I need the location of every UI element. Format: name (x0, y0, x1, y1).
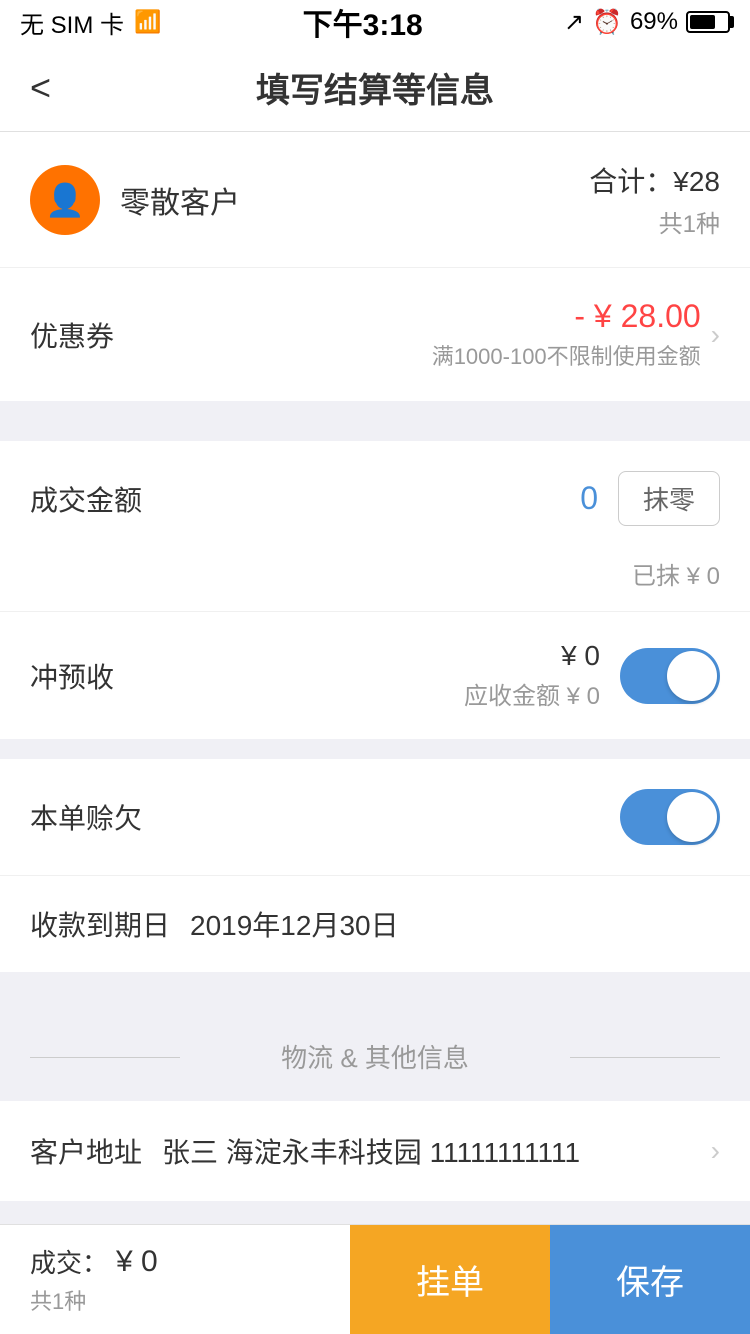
address-section: 客户地址 张三 海淀永丰科技园 11111111111 › (0, 1101, 750, 1201)
bottom-count: 共1种 (30, 1284, 320, 1316)
no-sim-text: 无 SIM 卡 (20, 5, 124, 40)
address-label: 客户地址 (30, 1131, 142, 1171)
address-value: 张三 海淀永丰科技园 11111111111 (162, 1131, 711, 1171)
status-right: ↗ ⏰ 69% (564, 8, 730, 37)
prepay-amount: ¥ 0 (464, 640, 600, 672)
coupon-right: - ¥ 28.00 满1000-100不限制使用金额 › (432, 298, 720, 371)
credit-toggle[interactable] (620, 789, 720, 845)
prepay-label: 冲预收 (30, 656, 114, 696)
deal-sub-text: 已抹 ¥ 0 (0, 556, 750, 611)
back-button[interactable]: < (30, 67, 51, 109)
prepay-info: ¥ 0 应收金额 ¥ 0 (464, 640, 600, 711)
prepay-recv: 应收金额 ¥ 0 (464, 676, 600, 711)
logistics-header: 物流 & 其他信息 (0, 1012, 750, 1101)
deal-section: 成交金额 0 抹零 已抹 ¥ 0 冲预收 ¥ 0 应收金额 ¥ 0 (0, 441, 750, 739)
credit-row: 本单赊欠 (0, 759, 750, 875)
page-title: 填写结算等信息 (256, 63, 494, 112)
prepay-toggle[interactable] (620, 648, 720, 704)
divider-3 (0, 992, 750, 1012)
bottom-deal-label: 成交： (30, 1243, 108, 1280)
round-button[interactable]: 抹零 (618, 471, 720, 526)
coupon-discount: - ¥ 28.00 (432, 298, 701, 335)
wifi-icon: 📶 (134, 9, 161, 35)
bottom-info: 成交： ¥ 0 共1种 (0, 1243, 350, 1316)
customer-right: 合计：¥28 共1种 (589, 160, 720, 239)
bottom-deal-row: 成交： ¥ 0 (30, 1243, 320, 1280)
prepay-row: 冲预收 ¥ 0 应收金额 ¥ 0 (0, 611, 750, 739)
hold-button[interactable]: 挂单 (350, 1225, 550, 1334)
deal-value: 0 (580, 480, 598, 517)
status-bar: 无 SIM 卡 📶 下午3:18 ↗ ⏰ 69% (0, 0, 750, 44)
address-row[interactable]: 客户地址 张三 海淀永丰科技园 11111111111 › (0, 1101, 750, 1201)
customer-row: 👤 零散客户 合计：¥28 共1种 (0, 132, 750, 267)
duedate-row: 收款到期日 2019年12月30日 (0, 875, 750, 972)
divider-2 (0, 739, 750, 759)
coupon-row[interactable]: 优惠券 - ¥ 28.00 满1000-100不限制使用金额 › (0, 267, 750, 401)
credit-label: 本单赊欠 (30, 797, 142, 837)
bottom-bar: 成交： ¥ 0 共1种 挂单 保存 (0, 1224, 750, 1334)
coupon-desc: 满1000-100不限制使用金额 (432, 339, 701, 371)
logistics-title: 物流 & 其他信息 (281, 1043, 469, 1073)
customer-left: 👤 零散客户 (30, 165, 240, 235)
duedate-label: 收款到期日 (30, 904, 170, 944)
location-icon: ↗ (564, 8, 584, 37)
alarm-icon: ⏰ (592, 8, 622, 37)
deal-amount-label: 成交金额 (30, 479, 142, 519)
nav-bar: < 填写结算等信息 (0, 44, 750, 132)
battery-icon (686, 11, 730, 33)
credit-section: 本单赊欠 收款到期日 2019年12月30日 (0, 759, 750, 972)
status-left: 无 SIM 卡 📶 (20, 5, 161, 40)
duedate-value: 2019年12月30日 (190, 904, 399, 944)
customer-name: 零散客户 (120, 178, 240, 222)
avatar: 👤 (30, 165, 100, 235)
total-amount: 合计：¥28 (589, 160, 720, 200)
battery-percent: 69% (630, 8, 678, 36)
coupon-info: - ¥ 28.00 满1000-100不限制使用金额 (432, 298, 701, 371)
coupon-label: 优惠券 (30, 315, 114, 355)
save-button[interactable]: 保存 (550, 1225, 750, 1334)
deal-right: 0 抹零 (580, 471, 720, 526)
deal-amount-row: 成交金额 0 抹零 (0, 441, 750, 556)
address-chevron-icon: › (711, 1135, 720, 1167)
toggle-thumb (667, 651, 717, 701)
credit-toggle-thumb (667, 792, 717, 842)
prepay-right: ¥ 0 应收金额 ¥ 0 (464, 640, 720, 711)
avatar-icon: 👤 (45, 181, 85, 219)
chevron-right-icon: › (711, 319, 720, 351)
bottom-deal-amount: ¥ 0 (116, 1245, 158, 1279)
total-count: 共1种 (589, 204, 720, 239)
content: 👤 零散客户 合计：¥28 共1种 优惠券 - ¥ 28.00 满1000-10… (0, 132, 750, 1331)
divider-1 (0, 421, 750, 441)
customer-section: 👤 零散客户 合计：¥28 共1种 优惠券 - ¥ 28.00 满1000-10… (0, 132, 750, 401)
status-time: 下午3:18 (303, 0, 423, 44)
